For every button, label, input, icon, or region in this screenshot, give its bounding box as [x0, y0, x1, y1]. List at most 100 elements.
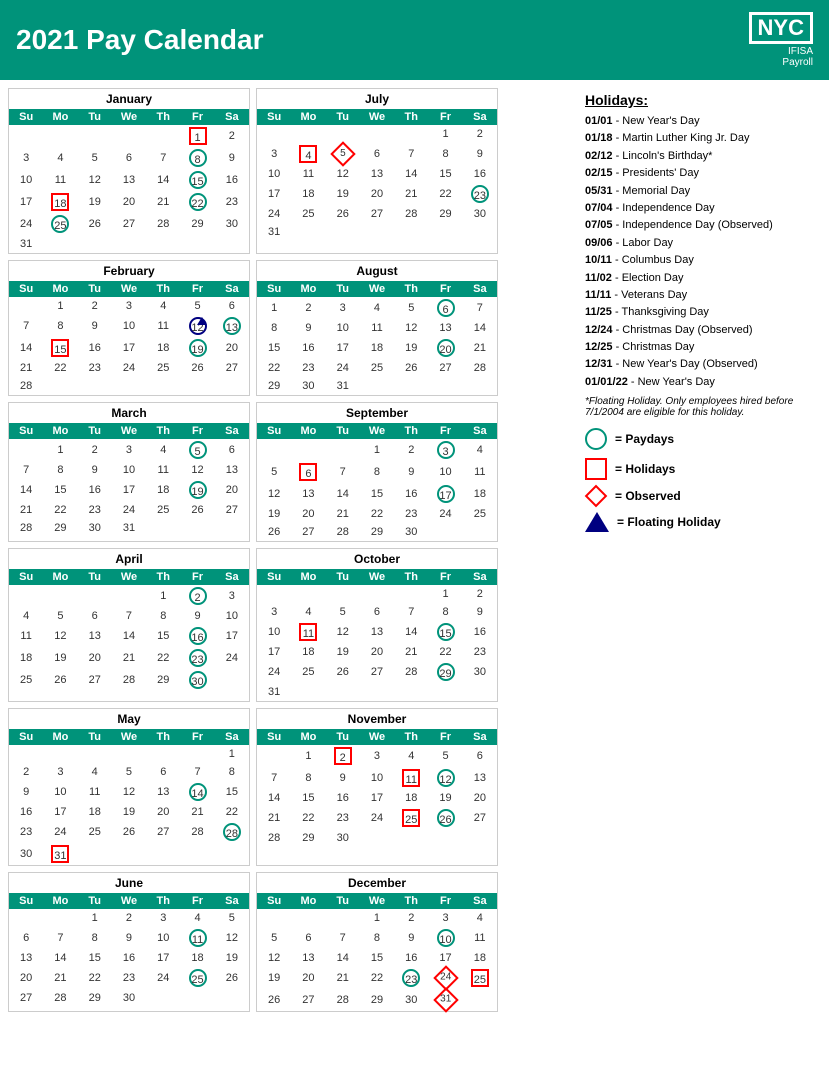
table-row: 17: [9, 191, 43, 213]
legend-observed: = Observed: [585, 488, 817, 504]
april-calendar: April SuMoTuWeThFrSa 123 45678910 111213…: [8, 548, 250, 702]
cal-row-6: June SuMoTuWeThFrSa 12345 6789101112 131…: [8, 872, 573, 1012]
legend: = Paydays = Holidays = Observed = Floati…: [585, 428, 817, 532]
march-calendar: March SuMoTuWeThFrSa 123456 78910111213 …: [8, 402, 250, 542]
june-calendar: June SuMoTuWeThFrSa 12345 6789101112 131…: [8, 872, 250, 1012]
legend-holiday: = Holidays: [585, 458, 817, 480]
table-row: 21: [146, 191, 180, 213]
cal-row-4: April SuMoTuWeThFrSa 123 45678910 111213…: [8, 548, 573, 702]
table-row: 3: [9, 147, 43, 169]
table-row: [112, 125, 146, 147]
table-row: 5: [78, 147, 112, 169]
cal-row-2: February SuMoTuWeThFrSa 123456 7 8 9 10 …: [8, 260, 573, 396]
table-row: 23: [215, 191, 249, 213]
table-row: 10: [9, 169, 43, 191]
october-calendar: October SuMoTuWeThFrSa 12 3456789 101112…: [256, 548, 498, 702]
table-row: 19: [78, 191, 112, 213]
holidays-list: 01/01 - New Year's Day 01/18 - Martin Lut…: [585, 114, 817, 390]
holiday-item: 01/01 - New Year's Day: [585, 114, 817, 129]
table-row: 22: [180, 191, 214, 213]
legend-triangle-icon: [585, 512, 609, 532]
th-mo: Mo: [43, 109, 77, 125]
floating-note: *Floating Holiday. Only employees hired …: [585, 396, 817, 418]
holiday-item: 12/31 - New Year's Day (Observed): [585, 357, 817, 372]
legend-circle-icon: [585, 428, 607, 450]
table-row: 30: [215, 213, 249, 235]
legend-square-icon: [585, 458, 607, 480]
holiday-item: 02/15 - Presidents' Day: [585, 166, 817, 181]
may-calendar: May SuMoTuWeThFrSa 1 2345678 91011121314…: [8, 708, 250, 866]
page-title: 2021 Pay Calendar: [16, 24, 264, 56]
table-row: 29: [180, 213, 214, 235]
info-section: Holidays: 01/01 - New Year's Day 01/18 - …: [581, 88, 821, 1012]
holiday-item: 10/11 - Columbus Day: [585, 253, 817, 268]
legend-payday: = Paydays: [585, 428, 817, 450]
table-row: [146, 125, 180, 147]
th-su: Su: [9, 109, 43, 125]
legend-holiday-label: = Holidays: [615, 462, 675, 476]
header: 2021 Pay Calendar NYC IFISAPayroll: [0, 0, 829, 80]
holiday-item: 02/12 - Lincoln's Birthday*: [585, 149, 817, 164]
th-fr: Fr: [180, 109, 214, 125]
table-row: 25: [43, 213, 77, 235]
table-row: 26: [78, 213, 112, 235]
th-sa: Sa: [215, 109, 249, 125]
holiday-item: 01/01/22 - New Year's Day: [585, 375, 817, 390]
table-row: 14: [146, 169, 180, 191]
th-tu: Tu: [78, 109, 112, 125]
legend-payday-label: = Paydays: [615, 432, 674, 446]
holiday-item: 12/25 - Christmas Day: [585, 340, 817, 355]
table-row: [78, 125, 112, 147]
legend-diamond-icon: [585, 485, 608, 508]
legend-floating: = Floating Holiday: [585, 512, 817, 532]
table-row: 20: [112, 191, 146, 213]
table-row: 9: [215, 147, 249, 169]
holiday-item: 07/05 - Independence Day (Observed): [585, 218, 817, 233]
table-row: [43, 125, 77, 147]
nyc-logo: NYC: [749, 12, 813, 44]
legend-floating-label: = Floating Holiday: [617, 515, 721, 529]
holiday-item: 05/31 - Memorial Day: [585, 184, 817, 199]
table-row: [9, 125, 43, 147]
cal-row-5: May SuMoTuWeThFrSa 1 2345678 91011121314…: [8, 708, 573, 866]
legend-observed-label: = Observed: [615, 489, 681, 503]
table-row: 4: [43, 147, 77, 169]
table-row: 6: [112, 147, 146, 169]
cal-row-1: January Su Mo Tu We Th Fr Sa: [8, 88, 573, 254]
th-we: We: [112, 109, 146, 125]
table-row: 18: [43, 191, 77, 213]
table-row: 11: [43, 169, 77, 191]
september-calendar: September SuMoTuWeThFrSa 1234 567891011 …: [256, 402, 498, 542]
holidays-title: Holidays:: [585, 92, 817, 108]
july-calendar: July SuMoTuWeThFrSa 12 3 4 5 6 7 8: [256, 88, 498, 254]
table-row: 16: [215, 169, 249, 191]
holiday-item: 07/04 - Independence Day: [585, 201, 817, 216]
august-calendar: August SuMoTuWeThFrSa 1234567 8910111213…: [256, 260, 498, 396]
th-th: Th: [146, 109, 180, 125]
holiday-item: 12/24 - Christmas Day (Observed): [585, 323, 817, 338]
table-row: 12: [78, 169, 112, 191]
table-row: 1: [180, 125, 214, 147]
table-row: 13: [112, 169, 146, 191]
july-title: July: [257, 89, 497, 109]
november-calendar: November SuMoTuWeThFrSa 123456 789101112…: [256, 708, 498, 866]
holiday-item: 01/18 - Martin Luther King Jr. Day: [585, 131, 817, 146]
table-row: 27: [112, 213, 146, 235]
table-row: 2: [215, 125, 249, 147]
cal-row-3: March SuMoTuWeThFrSa 123456 78910111213 …: [8, 402, 573, 542]
table-row: 7: [146, 147, 180, 169]
january-calendar: January Su Mo Tu We Th Fr Sa: [8, 88, 250, 254]
table-row: 28: [146, 213, 180, 235]
table-row: 31: [9, 235, 43, 253]
holiday-item: 09/06 - Labor Day: [585, 236, 817, 251]
holiday-item: 11/25 - Thanksgiving Day: [585, 305, 817, 320]
holiday-item: 11/02 - Election Day: [585, 271, 817, 286]
table-row: 15: [180, 169, 214, 191]
calendars-section: January Su Mo Tu We Th Fr Sa: [8, 88, 573, 1012]
december-calendar: December SuMoTuWeThFrSa 1234 567891011 1…: [256, 872, 498, 1012]
february-calendar: February SuMoTuWeThFrSa 123456 7 8 9 10 …: [8, 260, 250, 396]
table-row: 24: [9, 213, 43, 235]
holiday-item: 11/11 - Veterans Day: [585, 288, 817, 303]
nyc-logo-sub: IFISAPayroll: [749, 46, 813, 68]
january-title: January: [9, 89, 249, 109]
